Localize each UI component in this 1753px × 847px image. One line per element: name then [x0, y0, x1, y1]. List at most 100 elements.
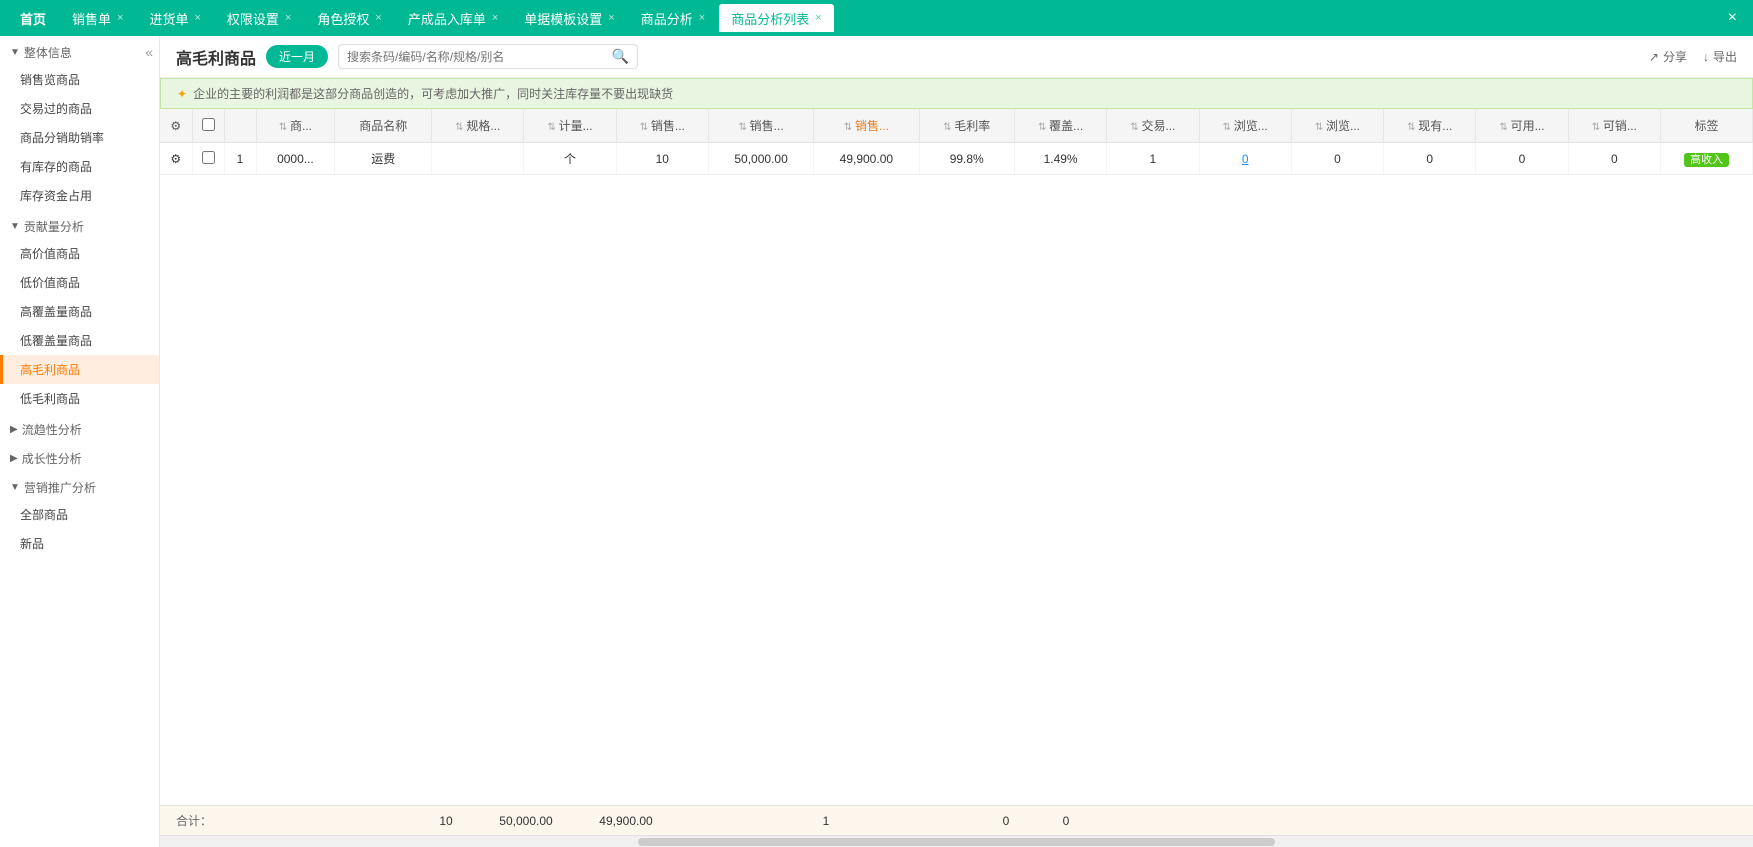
cell-tag: 高收入 [1660, 143, 1752, 175]
sidebar-group-marketing[interactable]: ▼ 营销推广分析 [0, 471, 159, 500]
col-header-settings[interactable]: ⚙ [160, 109, 192, 143]
cell-code: 0000... [256, 143, 335, 175]
nav-tab-permission-close[interactable]: × [285, 12, 291, 24]
nav-tab-template[interactable]: 单据模板设置 × [512, 4, 626, 32]
col-header-trade[interactable]: 交易... [1107, 109, 1199, 143]
sidebar-group-flow[interactable]: ▶ 流趋性分析 [0, 413, 159, 442]
sidebar-group-growth-arrow: ▶ [10, 453, 18, 464]
search-icon[interactable]: 🔍 [612, 48, 629, 65]
sidebar-group-contribution[interactable]: ▼ 贡献量分析 [0, 210, 159, 239]
sidebar: « ▼ 整体信息 销售览商品 交易过的商品 商品分销助销率 有库存的商品 库存资… [0, 36, 160, 847]
nav-tab-sales-close[interactable]: × [117, 12, 123, 24]
nav-tab-finished[interactable]: 产成品入库单 × [396, 4, 510, 32]
col-header-stock-sale[interactable]: 可销... [1568, 109, 1660, 143]
col-header-coverage[interactable]: 覆盖... [1014, 109, 1106, 143]
nav-tab-analysis-list-close[interactable]: × [815, 12, 821, 24]
nav-tab-purchase[interactable]: 进货单 × [137, 4, 212, 32]
sidebar-group-contribution-label: 贡献量分析 [24, 218, 84, 235]
sidebar-group-marketing-label: 营销推广分析 [24, 479, 96, 496]
share-label: 分享 [1663, 48, 1687, 65]
sidebar-group-growth[interactable]: ▶ 成长性分析 [0, 442, 159, 471]
nav-tab-analysis-list-label: 商品分析列表 [731, 9, 809, 28]
search-box: 🔍 [338, 44, 638, 69]
sidebar-item-traded-goods[interactable]: 交易过的商品 [0, 94, 159, 123]
sidebar-item-low-value[interactable]: 低价值商品 [0, 268, 159, 297]
col-header-gross-margin[interactable]: 毛利率 [919, 109, 1014, 143]
nav-tab-home[interactable]: 首页 [8, 4, 58, 32]
col-header-unit[interactable]: 计量... [524, 109, 616, 143]
sidebar-group-flow-arrow: ▶ [10, 424, 18, 435]
cell-browse2: 0 [1291, 143, 1383, 175]
share-icon: ↗ [1649, 50, 1659, 64]
sidebar-item-new-goods[interactable]: 新品 [0, 529, 159, 558]
sidebar-item-stock-capital[interactable]: 库存资金占用 [0, 181, 159, 210]
alert-icon: ✦ [177, 87, 187, 101]
col-header-tag: 标签 [1660, 109, 1752, 143]
main-layout: « ▼ 整体信息 销售览商品 交易过的商品 商品分销助销率 有库存的商品 库存资… [0, 36, 1753, 847]
cell-browse1[interactable]: 0 [1199, 143, 1291, 175]
export-icon: ↓ [1703, 50, 1709, 64]
nav-tab-permission[interactable]: 权限设置 × [215, 4, 303, 32]
col-header-checkbox[interactable] [192, 109, 224, 143]
export-button[interactable]: ↓ 导出 [1703, 48, 1737, 65]
sidebar-item-high-value[interactable]: 高价值商品 [0, 239, 159, 268]
sidebar-item-sales-goods[interactable]: 销售览商品 [0, 65, 159, 94]
nav-tab-home-label: 首页 [20, 9, 46, 28]
nav-tab-purchase-close[interactable]: × [194, 12, 200, 24]
sidebar-collapse-button[interactable]: « [145, 44, 153, 60]
footer-spacer [236, 814, 416, 828]
close-all-tabs-button[interactable]: × [1720, 9, 1745, 27]
sidebar-group-overview[interactable]: ▼ 整体信息 [0, 36, 159, 65]
col-header-sales-amount[interactable]: 销售... [708, 109, 813, 143]
nav-tab-role[interactable]: 角色授权 × [305, 4, 393, 32]
footer-trade: 1 [796, 814, 856, 828]
col-header-stock-available[interactable]: 可用... [1476, 109, 1568, 143]
nav-tab-analysis-close[interactable]: × [699, 12, 705, 24]
cell-gross-margin: 99.8% [919, 143, 1014, 175]
sidebar-item-low-coverage[interactable]: 低覆盖量商品 [0, 326, 159, 355]
col-header-sales-cost[interactable]: 销售... [814, 109, 919, 143]
nav-tab-sales[interactable]: 销售单 × [60, 4, 135, 32]
col-header-code[interactable]: 商... [256, 109, 335, 143]
col-header-browse1[interactable]: 浏览... [1199, 109, 1291, 143]
content-area: 高毛利商品 近一月 🔍 ↗ 分享 ↓ 导出 ✦ 企业的主要的利润都是这部分商品创… [160, 36, 1753, 847]
nav-tab-analysis[interactable]: 商品分析 × [629, 4, 717, 32]
sidebar-item-all-goods[interactable]: 全部商品 [0, 500, 159, 529]
col-header-sales-qty[interactable]: 销售... [616, 109, 708, 143]
col-header-num [224, 109, 256, 143]
select-all-checkbox[interactable] [202, 118, 215, 131]
top-nav: 首页 销售单 × 进货单 × 权限设置 × 角色授权 × 产成品入库单 × 单据… [0, 0, 1753, 36]
sidebar-group-marketing-arrow: ▼ [10, 482, 20, 493]
footer-stock-current: 0 [976, 814, 1036, 828]
sidebar-group-flow-label: 流趋性分析 [22, 421, 82, 438]
page-title: 高毛利商品 [176, 45, 256, 69]
nav-tab-template-close[interactable]: × [608, 12, 614, 24]
nav-tab-analysis-list[interactable]: 商品分析列表 × [719, 4, 833, 32]
sidebar-item-high-coverage[interactable]: 高覆盖量商品 [0, 297, 159, 326]
footer-sales-cost: 49,900.00 [576, 814, 676, 828]
search-input[interactable] [347, 50, 612, 64]
cell-name: 运费 [335, 143, 432, 175]
sidebar-item-low-margin[interactable]: 低毛利商品 [0, 384, 159, 413]
filter-recent-month-button[interactable]: 近一月 [266, 45, 328, 68]
nav-tab-role-close[interactable]: × [375, 12, 381, 24]
table-row: ⚙ 1 0000... 运费 个 10 50,000.00 49,900.00 … [160, 143, 1753, 175]
cell-checkbox[interactable] [192, 143, 224, 175]
footer-cells: 10 50,000.00 49,900.00 1 0 0 [236, 814, 1737, 828]
nav-tab-finished-close[interactable]: × [492, 12, 498, 24]
col-header-spec[interactable]: 规格... [432, 109, 524, 143]
cell-settings[interactable]: ⚙ [160, 143, 192, 175]
scrollbar-thumb[interactable] [638, 838, 1275, 846]
footer-browse1-spacer [856, 814, 916, 828]
horizontal-scrollbar[interactable] [160, 835, 1753, 847]
share-button[interactable]: ↗ 分享 [1649, 48, 1687, 65]
row-checkbox[interactable] [202, 151, 215, 164]
cell-unit: 个 [524, 143, 616, 175]
sidebar-item-in-stock[interactable]: 有库存的商品 [0, 152, 159, 181]
cell-coverage: 1.49% [1014, 143, 1106, 175]
sidebar-item-high-margin[interactable]: 高毛利商品 [0, 355, 159, 384]
col-header-stock-current[interactable]: 现有... [1384, 109, 1476, 143]
sidebar-item-distribution-rate[interactable]: 商品分销助销率 [0, 123, 159, 152]
table-footer: 合计： 10 50,000.00 49,900.00 1 0 0 [160, 805, 1753, 835]
col-header-browse2[interactable]: 浏览... [1291, 109, 1383, 143]
